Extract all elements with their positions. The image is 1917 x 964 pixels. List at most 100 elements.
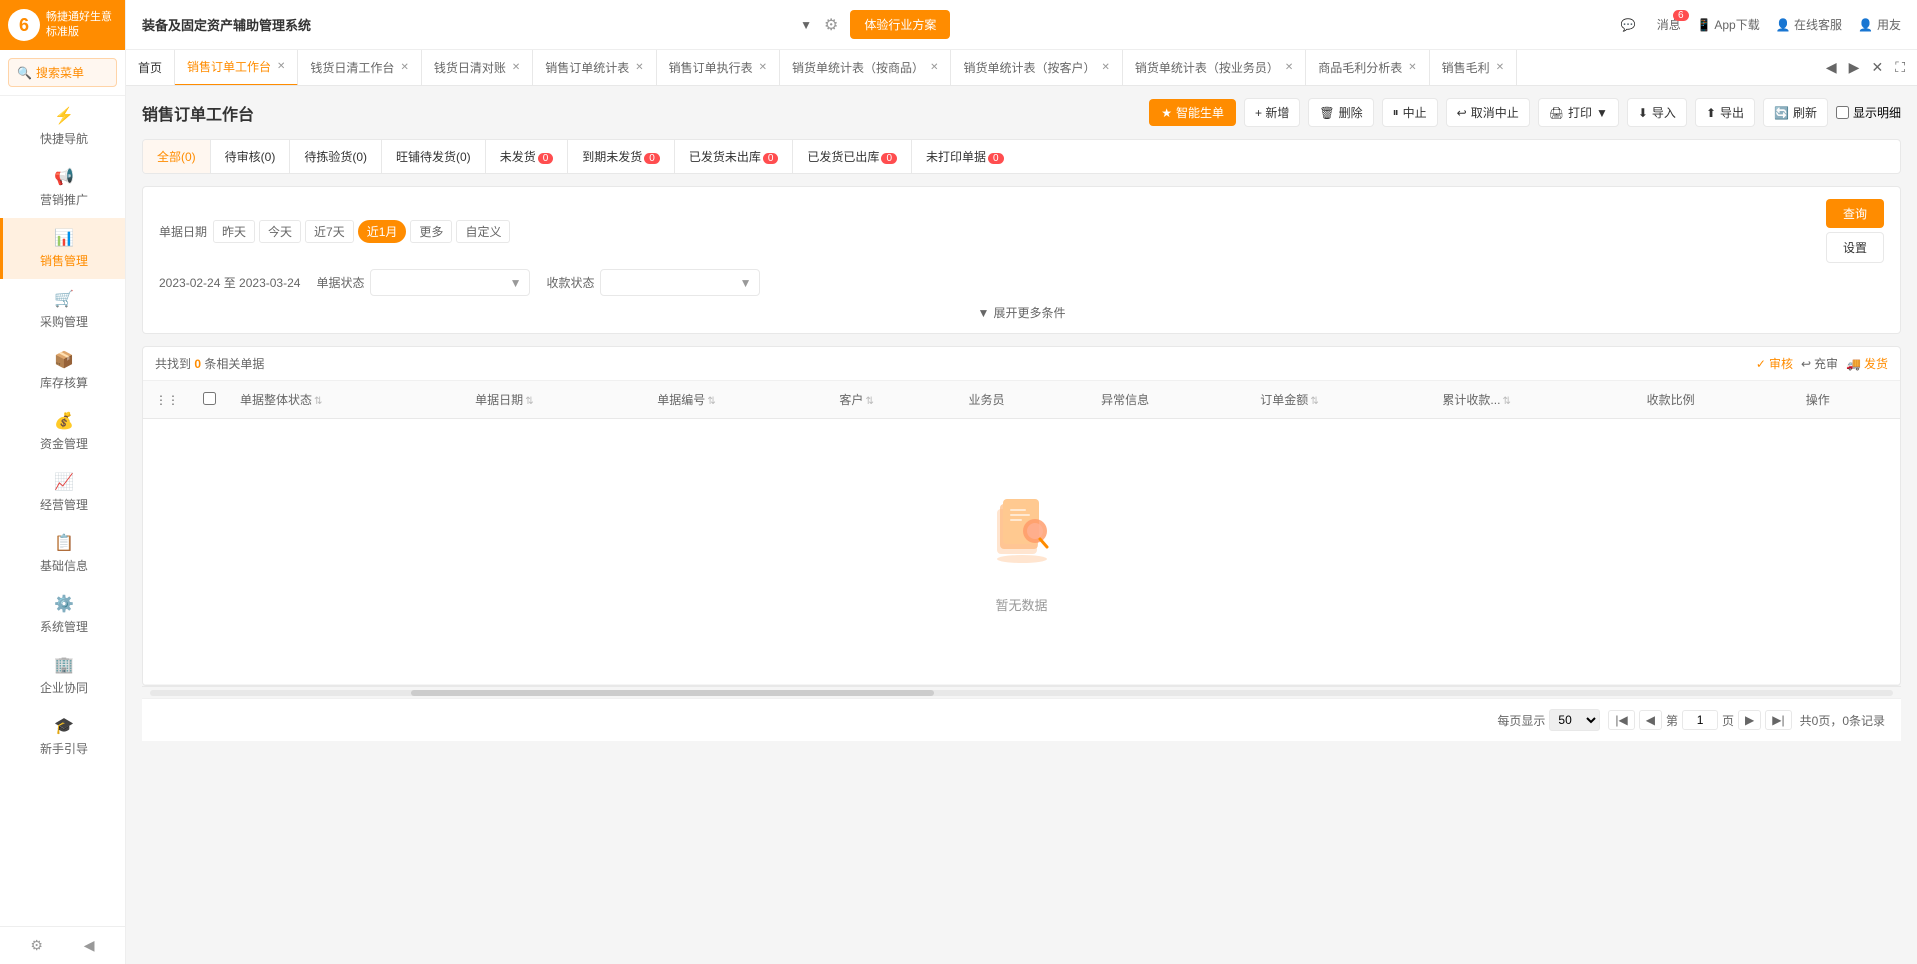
show-detail-label[interactable]: 显示明细 [1836,104,1901,121]
close-tab-sales-stat[interactable]: ✕ [635,62,643,73]
tabs-prev-button[interactable]: ◀ [1822,57,1841,78]
tab-sales-workbench[interactable]: 销售订单工作台 ✕ [175,50,298,86]
sidebar-item-quicknav[interactable]: ⚡ 快捷导航 [0,96,125,157]
user-menu[interactable]: 👤 用友 [1858,16,1901,33]
page-last-button[interactable]: ▶| [1765,710,1791,730]
sub-tab-pending-review[interactable]: 待审核(0) [211,140,291,173]
select-all-checkbox[interactable] [203,392,216,405]
page-size-select[interactable]: 10 20 50 100 [1549,709,1600,731]
page-number-input[interactable] [1682,710,1718,730]
tabs-next-button[interactable]: ▶ [1845,57,1864,78]
close-tab-gross-profit[interactable]: ✕ [1408,62,1416,73]
sub-tab-not-shipped[interactable]: 未发货0 [486,140,569,173]
close-tab-sales-more[interactable]: ✕ [1496,62,1504,73]
scrollbar-thumb[interactable] [411,690,934,696]
date-more-button[interactable]: 更多 [410,220,452,243]
sidebar-item-operations[interactable]: 📈 经营管理 [0,462,125,523]
tab-sales-customer[interactable]: 销货单统计表（按客户） ✕ [951,50,1122,86]
date-last1month-button[interactable]: 近1月 [358,220,407,243]
sub-tab-pending-inspect[interactable]: 待拣验货(0) [290,140,382,173]
sidebar-item-purchase[interactable]: 🛒 采购管理 [0,279,125,340]
tab-sales-more[interactable]: 销售毛利 ✕ [1430,50,1517,86]
audit-action-button[interactable]: ✓ 审核 [1756,355,1793,372]
col-status-label: 单据整体状态 [240,393,312,407]
tab-sales-product[interactable]: 销货单统计表（按商品） ✕ [780,50,951,86]
sort-date-icon[interactable]: ⇅ [525,396,533,407]
sub-tab-wangpu[interactable]: 旺铺待发货(0) [382,140,486,173]
unsuspend-button[interactable]: ↩ 取消中止 [1446,98,1530,127]
system-dropdown[interactable]: ▼ [800,18,812,32]
payment-select-arrow-icon: ▼ [740,276,752,290]
sidebar-item-marketing[interactable]: 📢 营销推广 [0,157,125,218]
query-button[interactable]: 查询 [1826,199,1884,228]
close-tab-sales-customer[interactable]: ✕ [1101,62,1109,73]
topbar: 装备及固定资产辅助管理系统 ▼ ⚙ 体验行业方案 💬 6 消息 📱 App下载 … [126,0,1917,50]
ship-action-button[interactable]: 🚚 发货 [1846,355,1888,372]
tab-gross-profit[interactable]: 商品毛利分析表 ✕ [1306,50,1429,86]
app-download-link[interactable]: 📱 App下载 [1697,16,1760,33]
sidebar-item-sales[interactable]: 📊 销售管理 [0,218,125,279]
settings-icon[interactable]: ⚙ [824,15,838,35]
sub-tab-unprinted[interactable]: 未打印单据0 [912,140,1018,173]
date-today-button[interactable]: 今天 [259,220,301,243]
refresh-button[interactable]: 🔄 刷新 [1763,98,1828,127]
sub-tab-expired-unshipped[interactable]: 到期未发货0 [568,140,675,173]
sort-collected-icon[interactable]: ⇅ [1502,396,1510,407]
delete-button[interactable]: 🗑 删除 [1308,98,1373,127]
sub-tab-shipped-warehoused[interactable]: 已发货已出库0 [793,140,912,173]
sub-tab-all[interactable]: 全部(0) [143,140,211,173]
online-service-link[interactable]: 👤 在线客服 [1776,16,1842,33]
search-menu-button[interactable]: 🔍 搜索菜单 [8,58,117,87]
close-tab-cash-daily[interactable]: ✕ [400,62,408,73]
sort-amount-icon[interactable]: ⇅ [1310,396,1318,407]
expand-filter-button[interactable]: ▼ 展开更多条件 [978,304,1066,321]
import-button[interactable]: ⬇ 导入 [1627,98,1687,127]
tabs-close-all-button[interactable]: ✕ [1867,57,1887,78]
page-next-button[interactable]: ▶ [1738,710,1761,730]
sidebar-item-basic[interactable]: 📋 基础信息 [0,523,125,584]
smart-create-button[interactable]: ★ 智能生单 [1149,99,1236,126]
sidebar-item-system[interactable]: ⚙️ 系统管理 [0,584,125,645]
sort-customer-icon[interactable]: ⇅ [865,396,873,407]
page-prev-button[interactable]: ◀ [1639,710,1662,730]
sidebar-item-guide[interactable]: 🎓 新手引导 [0,706,125,767]
date-yesterday-button[interactable]: 昨天 [213,220,255,243]
tabs-fullscreen-button[interactable]: ⛶ [1891,57,1909,78]
tab-cash-daily[interactable]: 钱货日清工作台 ✕ [298,50,421,86]
sidebar-item-enterprise[interactable]: 🏢 企业协同 [0,645,125,706]
sort-number-icon[interactable]: ⇅ [707,396,715,407]
date-custom-button[interactable]: 自定义 [456,220,510,243]
page-first-button[interactable]: |◀ [1608,710,1634,730]
date-last7-button[interactable]: 近7天 [305,220,354,243]
show-detail-checkbox[interactable] [1836,106,1849,119]
settings-footer-button[interactable]: ⚙ [30,937,43,954]
tab-sales-staff[interactable]: 销货单统计表（按业务员） ✕ [1123,50,1306,86]
trial-industry-button[interactable]: 体验行业方案 [850,10,950,39]
close-tab-sales-exec[interactable]: ✕ [759,62,767,73]
tab-cash-reconcile[interactable]: 钱货日清对账 ✕ [422,50,533,86]
sort-status-icon[interactable]: ⇅ [314,396,322,407]
status-select[interactable]: ▼ [370,269,530,296]
tab-home[interactable]: 首页 [126,50,175,86]
sidebar-item-inventory[interactable]: 📦 库存核算 [0,340,125,401]
close-tab-cash-reconcile[interactable]: ✕ [512,62,520,73]
message-badge[interactable]: 💬 6 消息 [1620,16,1680,33]
revoke-action-button[interactable]: ↩ 充审 [1801,355,1838,372]
add-button[interactable]: + 新增 [1244,98,1300,127]
th-checkbox[interactable] [191,381,228,419]
tab-sales-stat[interactable]: 销售订单统计表 ✕ [533,50,656,86]
close-tab-sales-product[interactable]: ✕ [930,62,938,73]
scrollbar-track[interactable] [150,690,1893,696]
payment-select[interactable]: ▼ [600,269,760,296]
set-button[interactable]: 设置 [1826,232,1884,263]
collapse-sidebar-button[interactable]: ◀ [84,937,95,954]
print-button[interactable]: 🖨 打印 ▼ [1538,98,1619,127]
suspend-button[interactable]: ⏸ 中止 [1382,98,1438,127]
sidebar-item-finance[interactable]: 💰 资金管理 [0,401,125,462]
tab-sales-exec[interactable]: 销售订单执行表 ✕ [657,50,780,86]
horizontal-scrollbar[interactable] [142,686,1901,698]
close-tab-sales-workbench[interactable]: ✕ [277,61,285,72]
export-button[interactable]: ⬆ 导出 [1695,98,1755,127]
close-tab-sales-staff[interactable]: ✕ [1285,62,1293,73]
sub-tab-shipped-not-warehoused[interactable]: 已发货未出库0 [675,140,794,173]
